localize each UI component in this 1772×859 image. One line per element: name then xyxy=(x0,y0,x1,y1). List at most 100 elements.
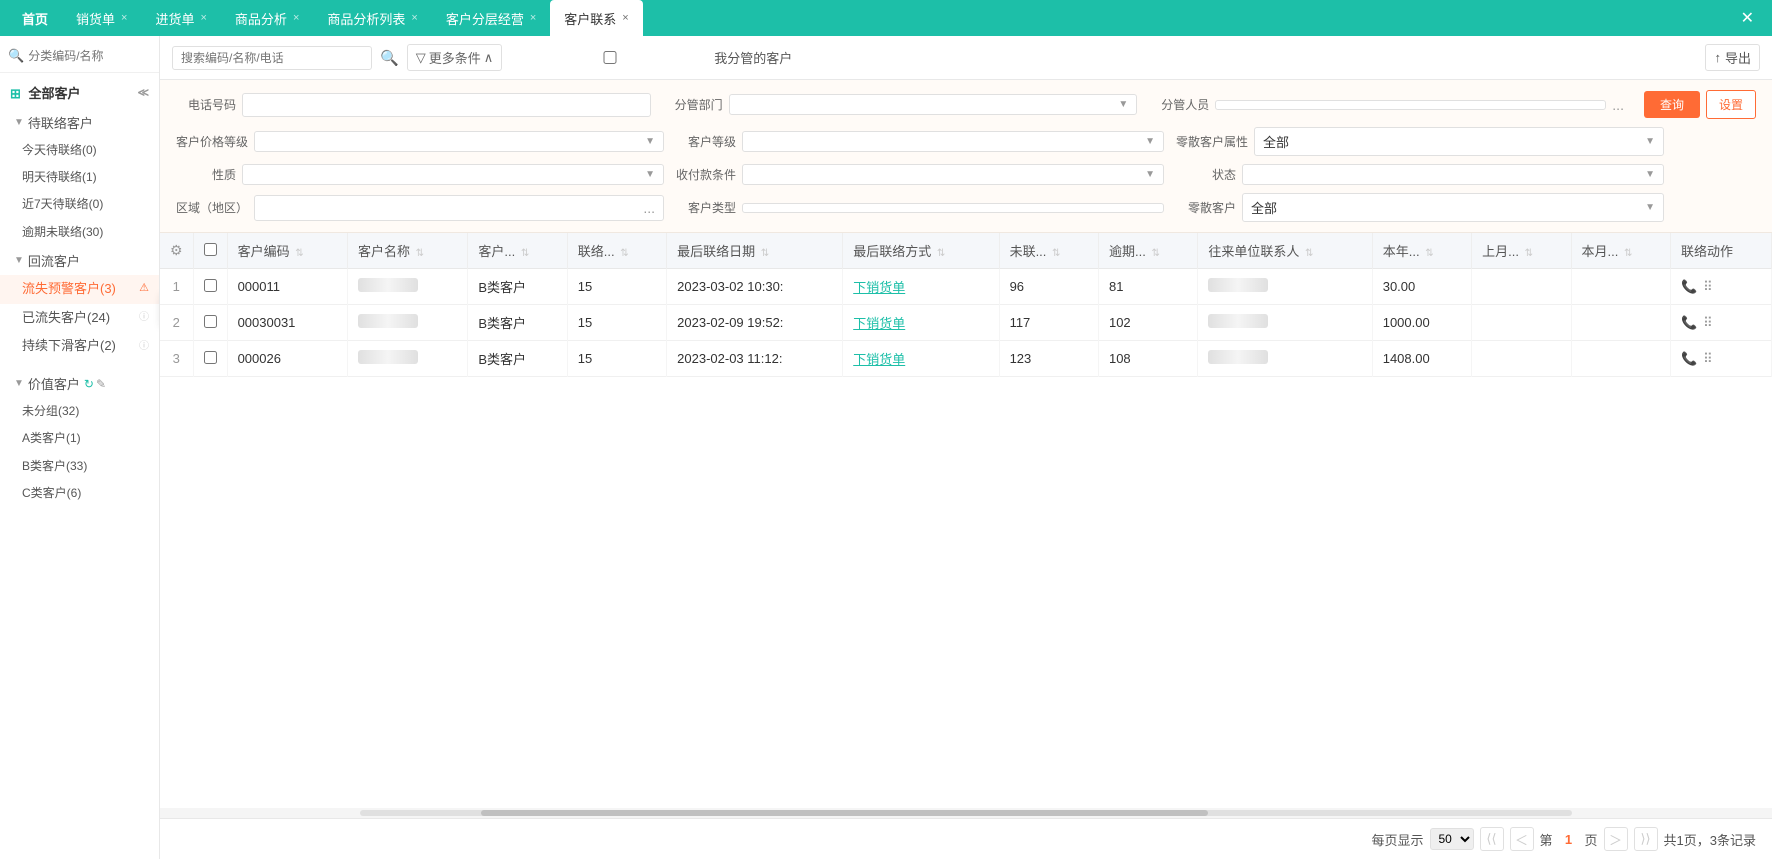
edit-icon[interactable]: ✎ xyxy=(96,377,106,391)
tab-customer-layer[interactable]: 客户分层经营 × xyxy=(432,0,550,36)
region-select[interactable]: ... xyxy=(254,195,664,221)
sort-icon-code[interactable]: ⇅ xyxy=(295,248,303,259)
sidebar-item-declining[interactable]: 持续下滑客户(2) ⓘ xyxy=(0,332,159,361)
sort-icon-this-month[interactable]: ⇅ xyxy=(1624,248,1632,259)
sidebar-all-customers[interactable]: ⊞ 全部客户 ≪ xyxy=(0,77,159,108)
sort-icon-type[interactable]: ⇅ xyxy=(521,248,529,259)
more-action-icon[interactable]: ⠿ xyxy=(1703,351,1713,367)
tab-analysis-list[interactable]: 商品分析列表 × xyxy=(313,0,431,36)
sort-icon-this-year[interactable]: ⇅ xyxy=(1425,248,1433,259)
more-conditions-button[interactable]: ▽ 更多条件 ∧ xyxy=(407,44,503,71)
sidebar-item-7days[interactable]: 近7天待联络(0) xyxy=(0,191,159,218)
sidebar-item-ungrouped[interactable]: 未分组(32) xyxy=(0,398,159,425)
tab-sales-close[interactable]: × xyxy=(121,12,127,24)
retail-attr-select[interactable]: 全部 ▼ xyxy=(1254,127,1664,156)
phone-action-icon[interactable]: 📞 xyxy=(1681,279,1697,295)
sidebar-item-class-c[interactable]: C类客户(6) xyxy=(0,480,159,507)
prev-page-button[interactable]: ＜ xyxy=(1510,827,1534,851)
sidebar-item-overdue[interactable]: 逾期未联络(30) xyxy=(0,219,159,246)
row-action: 📞 ⠿ xyxy=(1670,269,1771,305)
table-settings-icon[interactable]: ⚙ xyxy=(170,242,183,258)
phone-input[interactable] xyxy=(242,93,651,117)
dept-select[interactable]: ▼ xyxy=(729,94,1138,115)
payment-select[interactable]: ▼ xyxy=(742,164,1164,185)
my-customers-checkbox-area[interactable]: 我分管的客户 xyxy=(510,48,792,67)
sidebar-item-tomorrow[interactable]: 明天待联络(1) xyxy=(0,164,159,191)
tab-purchase[interactable]: 进货单 × xyxy=(141,0,220,36)
per-page-select[interactable]: 50 xyxy=(1430,828,1474,850)
last-page-button[interactable]: ⟩⟩ xyxy=(1634,827,1658,851)
tab-analysis-list-close[interactable]: × xyxy=(411,12,417,24)
more-action-icon[interactable]: ⠿ xyxy=(1703,279,1713,295)
sort-icon-last-method[interactable]: ⇅ xyxy=(937,248,945,259)
first-page-button[interactable]: ⟨⟨ xyxy=(1480,827,1504,851)
th-name-label: 客户名称 xyxy=(358,244,410,259)
row-action: 📞 ⠿ xyxy=(1670,305,1771,341)
tab-customer-contact[interactable]: 客户联系 × xyxy=(550,0,642,36)
sort-icon-last-month[interactable]: ⇅ xyxy=(1525,248,1533,259)
tab-customer-layer-close[interactable]: × xyxy=(530,12,536,24)
phone-action-icon[interactable]: 📞 xyxy=(1681,315,1697,331)
retail-customer-select[interactable]: 全部 ▼ xyxy=(1242,193,1664,222)
sidebar-item-churn-warning[interactable]: 流失预警客户(3) ⚠ xyxy=(0,275,159,304)
row-checkbox[interactable] xyxy=(204,351,217,364)
sort-icon-overdue[interactable]: ⇅ xyxy=(1151,248,1159,259)
tab-home[interactable]: 首页 xyxy=(8,0,62,36)
search-input[interactable] xyxy=(172,46,372,70)
status-select[interactable]: ▼ xyxy=(1242,164,1664,185)
sidebar: 🔍 ⊞ 全部客户 ≪ ▼ 待联络客户 今天待联络(0) 明天待联络(1) 近7天… xyxy=(0,36,160,859)
row-last-method: 下销货单 xyxy=(843,305,999,341)
sidebar-group-return[interactable]: ▼ 回流客户 xyxy=(0,246,159,275)
scrollbar-thumb[interactable] xyxy=(481,810,1208,816)
sidebar-item-churned[interactable]: 已流失客户(24) ⓘ xyxy=(0,304,159,333)
manager-dots[interactable]: ... xyxy=(1612,97,1624,113)
select-all-checkbox[interactable] xyxy=(204,243,217,256)
refresh-icon[interactable]: ↻ xyxy=(84,377,94,391)
sort-icon-name[interactable]: ⇅ xyxy=(416,248,424,259)
search-button[interactable]: 🔍 xyxy=(380,49,399,67)
tab-customer-contact-close[interactable]: × xyxy=(622,12,628,24)
row-checkbox-cell xyxy=(193,341,227,377)
filter-status: 状态 ▼ xyxy=(1176,164,1664,185)
customer-type-select[interactable] xyxy=(742,203,1164,213)
sidebar-item-today[interactable]: 今天待联络(0) xyxy=(0,137,159,164)
sort-icon-last-date[interactable]: ⇅ xyxy=(761,248,769,259)
my-customers-checkbox[interactable] xyxy=(510,51,710,64)
all-customers-label: 全部客户 xyxy=(29,86,81,101)
tab-analysis[interactable]: 商品分析 × xyxy=(221,0,313,36)
price-level-select[interactable]: ▼ xyxy=(254,131,664,152)
export-button[interactable]: ↑ 导出 xyxy=(1705,44,1760,71)
sidebar-group-value[interactable]: ▼ 价值客户 ↻ ✎ xyxy=(0,369,159,398)
row-checkbox[interactable] xyxy=(204,315,217,328)
gender-select[interactable]: ▼ xyxy=(242,164,664,185)
tab-purchase-label: 进货单 xyxy=(155,9,194,28)
next-page-button[interactable]: ＞ xyxy=(1604,827,1628,851)
tab-analysis-close[interactable]: × xyxy=(293,12,299,24)
phone-action-icon[interactable]: 📞 xyxy=(1681,351,1697,367)
sidebar-item-class-a[interactable]: A类客户(1) xyxy=(0,425,159,452)
sidebar-group-pending[interactable]: ▼ 待联络客户 xyxy=(0,108,159,137)
window-close-button[interactable]: ✕ xyxy=(1731,8,1764,28)
sort-icon-uncontacted[interactable]: ⇅ xyxy=(1052,248,1060,259)
customer-level-select[interactable]: ▼ xyxy=(742,131,1164,152)
status-label: 状态 xyxy=(1176,166,1236,183)
last-method-link[interactable]: 下销货单 xyxy=(853,316,905,331)
row-checkbox[interactable] xyxy=(204,279,217,292)
settings-button[interactable]: 设置 xyxy=(1706,90,1756,119)
sort-icon-contact-person[interactable]: ⇅ xyxy=(1305,248,1313,259)
last-method-link[interactable]: 下销货单 xyxy=(853,352,905,367)
query-button[interactable]: 查询 xyxy=(1644,91,1700,118)
filter-dept: 分管部门 ▼ xyxy=(663,94,1138,115)
horizontal-scrollbar[interactable] xyxy=(160,808,1772,818)
sort-icon-contact[interactable]: ⇅ xyxy=(620,248,628,259)
region-dots[interactable]: ... xyxy=(643,200,655,216)
more-action-icon[interactable]: ⠿ xyxy=(1703,315,1713,331)
th-action-label: 联络动作 xyxy=(1681,244,1733,259)
sidebar-search-input[interactable] xyxy=(28,49,151,63)
retail-customer-value: 全部 xyxy=(1251,198,1277,217)
last-method-link[interactable]: 下销货单 xyxy=(853,280,905,295)
sidebar-item-class-b[interactable]: B类客户(33) xyxy=(0,453,159,480)
tab-purchase-close[interactable]: × xyxy=(200,12,206,24)
manager-select[interactable] xyxy=(1215,100,1606,110)
tab-sales[interactable]: 销货单 × xyxy=(62,0,141,36)
